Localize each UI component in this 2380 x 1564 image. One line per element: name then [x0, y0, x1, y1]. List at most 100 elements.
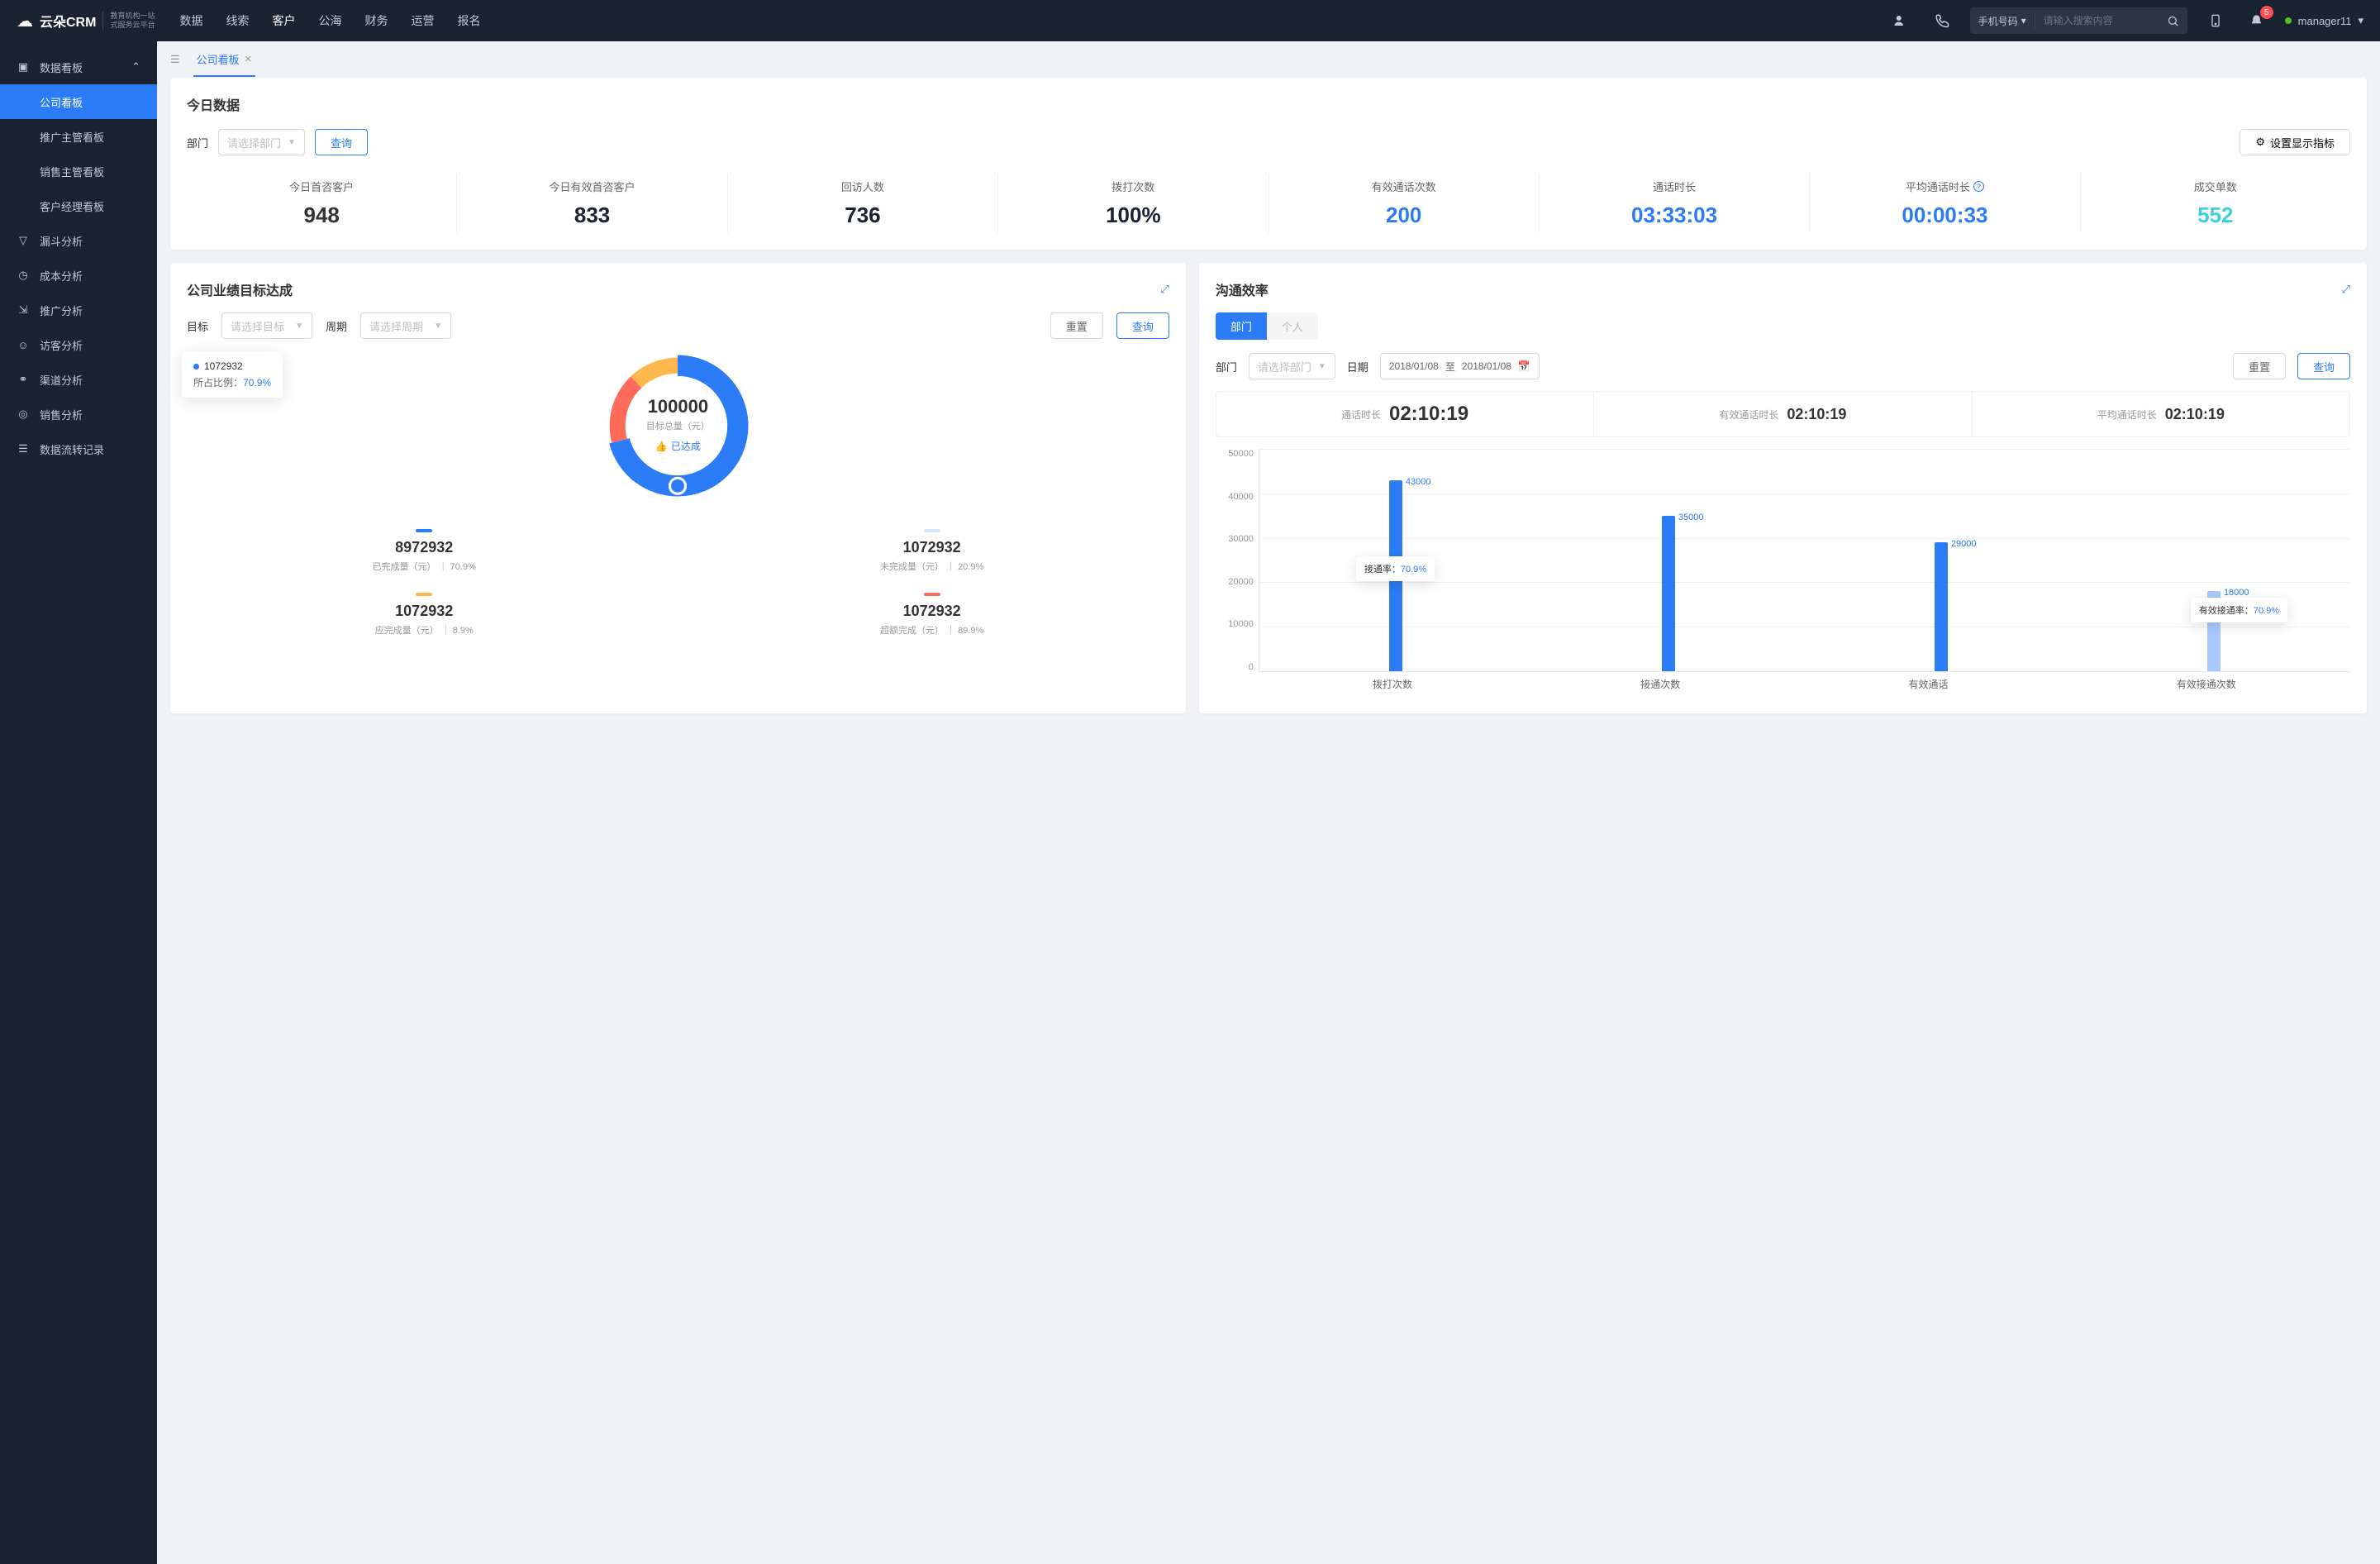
list-icon: ☰ — [17, 442, 30, 455]
sidebar-item[interactable]: ⇲推广分析 — [0, 293, 157, 327]
dot-icon — [193, 364, 199, 370]
bell-icon[interactable]: 5 — [2244, 7, 2270, 34]
expand-icon[interactable]: ⤢ — [1160, 283, 1169, 296]
metric: 拨打次数100% — [998, 174, 1269, 233]
metric: 平均通话时长?00:00:33 — [1810, 174, 2080, 233]
target-label: 目标 — [187, 318, 208, 334]
top-header: ☁ 云朵CRM 教育机构一站 式服务云平台 数据 线索客户公海财务运营报名 手机号… — [0, 0, 2380, 41]
logo: ☁ 云朵CRM 教育机构一站 式服务云平台 — [17, 11, 155, 31]
target-select[interactable]: 请选择目标▼ — [221, 312, 312, 339]
user-add-icon[interactable] — [1887, 7, 1914, 34]
target-icon: ◎ — [17, 408, 30, 421]
metric: 今日有效首咨客户833 — [457, 174, 727, 233]
metric: 有效通话次数200 — [1269, 174, 1540, 233]
comm-dept-label: 部门 — [1216, 359, 1237, 374]
thumb-up-icon: 👍 — [655, 441, 668, 452]
logo-subtitle: 教育机构一站 式服务云平台 — [102, 12, 155, 30]
help-icon[interactable]: ? — [1973, 181, 1984, 192]
notification-badge: 5 — [2260, 6, 2273, 19]
nav-item[interactable]: 报名 — [457, 9, 480, 32]
anno-effective-rate: 有效接通率：70.9% — [2191, 598, 2287, 622]
period-label: 周期 — [326, 318, 347, 334]
search-group: 手机号码▾ — [1970, 7, 2187, 34]
seg-dept[interactable]: 部门 — [1216, 312, 1267, 340]
legend-item: 1072932应完成量（元） ｜ 8.9% — [187, 593, 661, 637]
expand-icon[interactable]: ⤢ — [2342, 283, 2350, 296]
legend-item: 1072932未完成量（元） ｜ 20.9% — [694, 529, 1169, 573]
nav-item[interactable]: 公海 — [318, 9, 341, 32]
gear-icon: ⚙ — [2255, 136, 2265, 149]
chevron-up-icon: ⌃ — [131, 60, 140, 74]
dept-select[interactable]: 请选择部门▼ — [218, 129, 305, 155]
tab-company-board[interactable]: 公司看板 ✕ — [193, 43, 255, 77]
bar: 35000 — [1662, 516, 1675, 671]
x-category: 有效通话 — [1909, 677, 1949, 697]
sidebar-sub-item[interactable]: 销售主管看板 — [0, 154, 157, 188]
period-select[interactable]: 请选择周期▼ — [360, 312, 451, 339]
close-icon[interactable]: ✕ — [245, 54, 252, 64]
chevron-down-icon: ▼ — [295, 322, 303, 331]
seg-person[interactable]: 个人 — [1267, 312, 1318, 340]
x-category: 拨打次数 — [1373, 677, 1412, 697]
nav-item[interactable]: 线索 — [226, 9, 249, 32]
top-nav: 数据 线索客户公海财务运营报名 — [179, 9, 480, 32]
nav-item[interactable]: 客户 — [272, 9, 295, 32]
today-title: 今日数据 — [187, 94, 2350, 114]
sidebar-item[interactable]: ☰数据流转记录 — [0, 432, 157, 466]
comm-date-label: 日期 — [1347, 359, 1368, 374]
sidebar-item[interactable]: ◎销售分析 — [0, 397, 157, 432]
sidebar: ▣数据看板 ⌃ 公司看板推广主管看板销售主管看板客户经理看板 ▽漏斗分析◷成本分… — [0, 41, 157, 1564]
mobile-icon[interactable] — [2202, 7, 2229, 34]
donut-tooltip: 1072932 所占比例：70.9% — [182, 352, 283, 398]
menu-toggle-icon[interactable]: ☰ — [170, 53, 180, 66]
comm-stat: 有效通话时长02:10:19 — [1594, 392, 1972, 436]
settings-metrics-button[interactable]: ⚙设置显示指标 — [2240, 129, 2350, 155]
reset-button[interactable]: 重置 — [1050, 312, 1103, 339]
anno-connect-rate: 接通率：70.9% — [1356, 556, 1435, 581]
chevron-down-icon: ▾ — [2021, 15, 2026, 26]
sidebar-sub-item[interactable]: 客户经理看板 — [0, 188, 157, 223]
clock-icon: ◷ — [17, 269, 30, 282]
tab-bar: ☰ 公司看板 ✕ — [170, 41, 2367, 78]
chevron-down-icon: ▼ — [288, 138, 296, 147]
comm-stat: 通话时长02:10:19 — [1216, 392, 1594, 436]
query-button[interactable]: 查询 — [1116, 312, 1169, 339]
date-range-picker[interactable]: 2018/01/08 至 2018/01/08 📅 — [1380, 353, 1540, 379]
sidebar-item[interactable]: ▽漏斗分析 — [0, 223, 157, 258]
user-name: manager11 — [2298, 15, 2352, 27]
search-button[interactable] — [2159, 15, 2187, 27]
comm-dept-select[interactable]: 请选择部门▼ — [1249, 353, 1335, 379]
chevron-down-icon: ▼ — [1318, 362, 1326, 371]
sidebar-item[interactable]: ☺访客分析 — [0, 327, 157, 362]
phone-icon[interactable] — [1929, 7, 1955, 34]
status-dot-icon — [2285, 17, 2292, 24]
query-button[interactable]: 查询 — [2297, 353, 2350, 379]
share-icon: ⇲ — [17, 303, 30, 317]
user-menu[interactable]: manager11 ▾ — [2285, 14, 2363, 27]
chevron-down-icon: ▼ — [434, 322, 442, 331]
search-input[interactable] — [2035, 15, 2159, 26]
comm-stat: 平均通话时长02:10:19 — [1973, 392, 2349, 436]
calendar-icon: 📅 — [1518, 360, 1530, 372]
x-category: 接通次数 — [1640, 677, 1680, 697]
sidebar-sub-item[interactable]: 推广主管看板 — [0, 119, 157, 154]
sidebar-sub-item[interactable]: 公司看板 — [0, 84, 157, 119]
sidebar-item[interactable]: ⚭渠道分析 — [0, 362, 157, 397]
donut-center: 100000 目标总量（元） 👍已达成 — [646, 396, 710, 453]
nav-item[interactable]: 运营 — [411, 9, 434, 32]
search-type-select[interactable]: 手机号码▾ — [1970, 12, 2035, 29]
channel-icon: ⚭ — [17, 373, 30, 386]
comm-card: 沟通效率 ⤢ 部门 个人 部门 请选择部门▼ 日期 2018/01/08 至 2… — [1199, 263, 2367, 713]
logo-text: 云朵CRM — [40, 11, 96, 31]
sidebar-item[interactable]: ◷成本分析 — [0, 258, 157, 293]
nav-item[interactable]: 财务 — [364, 9, 388, 32]
query-button[interactable]: 查询 — [315, 129, 368, 155]
metric: 今日首咨客户948 — [187, 174, 457, 233]
cloud-icon: ☁ — [17, 11, 33, 31]
legend-item: 8972932已完成量（元） ｜ 70.9% — [187, 529, 661, 573]
nav-item[interactable]: 数据 — [179, 9, 202, 32]
metric: 回访人数736 — [728, 174, 998, 233]
bar: 29000 — [1935, 542, 1948, 671]
reset-button[interactable]: 重置 — [2233, 353, 2286, 379]
sidebar-group-dashboard[interactable]: ▣数据看板 ⌃ — [0, 50, 157, 84]
